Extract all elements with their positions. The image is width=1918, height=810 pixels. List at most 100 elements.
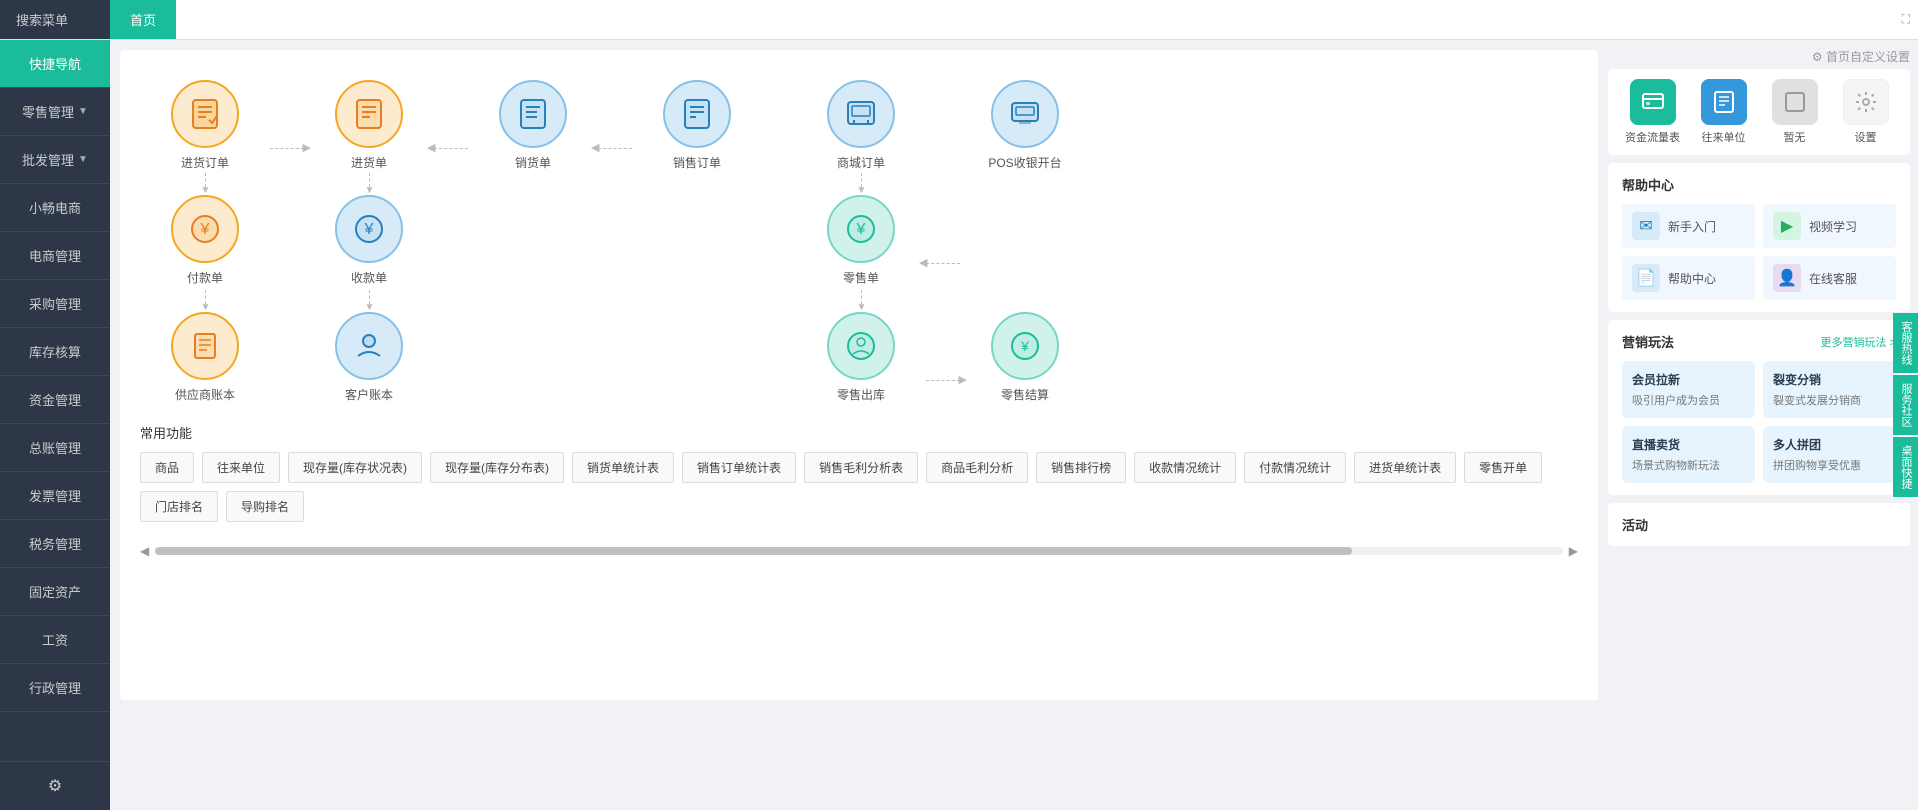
func-btn-inventory-status[interactable]: 现存量(库存状况表) [288, 452, 422, 483]
marketing-item-live[interactable]: 直播卖货 场景式购物新玩法 [1622, 426, 1755, 483]
sidebar-item-purchase[interactable]: 采购管理 [0, 280, 110, 328]
marketing-title: 营销玩法 [1622, 332, 1674, 351]
marketing-more-link[interactable]: 更多营销玩法 > [1821, 334, 1896, 350]
sidebar-item-general-ledger[interactable]: 总账管理 [0, 424, 110, 472]
cash-flow-label: 资金流量表 [1625, 129, 1680, 145]
sidebar-item-label: 批发管理 [22, 150, 74, 169]
common-functions: 常用功能 商品 往来单位 现存量(库存状况表) 现存量(库存分布表) 销货单统计… [140, 423, 1578, 522]
func-btn-goods-profit[interactable]: 商品毛利分析 [926, 452, 1028, 483]
float-btn-customer-service[interactable]: 客服热线 [1893, 313, 1918, 373]
sidebar-settings-button[interactable]: ⚙ [0, 761, 110, 810]
contacts-icon [1701, 79, 1747, 125]
sidebar-item-label: 工资 [42, 630, 68, 649]
quick-access-icons: 资金流量表 往来单位 暂无 [1622, 79, 1896, 145]
func-btn-sales-profit[interactable]: 销售毛利分析表 [804, 452, 918, 483]
func-btn-payment-stats[interactable]: 付款情况统计 [1244, 452, 1346, 483]
flow-node-receipt[interactable]: ¥ 收款单 [304, 195, 434, 286]
marketing-header: 营销玩法 更多营销玩法 > [1622, 332, 1896, 351]
scroll-left-arrow[interactable]: ◀ [140, 544, 149, 558]
sidebar-item-label: 小畅电商 [29, 198, 81, 217]
member-title: 会员拉新 [1632, 371, 1745, 388]
flow-node-sales-invoice[interactable]: 销货单 [468, 80, 598, 171]
func-btn-inventory-dist[interactable]: 现存量(库存分布表) [430, 452, 564, 483]
beginner-icon: ✉ [1632, 212, 1660, 240]
svg-text:¥: ¥ [1020, 338, 1029, 354]
marketing-item-fission[interactable]: 裂变分销 裂变式发展分销商 [1763, 361, 1896, 418]
sidebar-item-label: 发票管理 [29, 486, 81, 505]
flow-node-mall-order[interactable]: 商城订单 [796, 80, 926, 171]
float-btn-community[interactable]: 服务社区 [1893, 375, 1918, 435]
tab-home[interactable]: 首页 [110, 0, 176, 39]
func-btn-sales-order-stats[interactable]: 销售订单统计表 [682, 452, 796, 483]
customize-settings-link[interactable]: ⚙ 首页自定义设置 [1812, 50, 1910, 64]
flow-node-retail-order[interactable]: ¥ 零售单 [796, 195, 926, 286]
scroll-right-arrow[interactable]: ▶ [1569, 544, 1578, 558]
receipt-label: 收款单 [351, 269, 387, 286]
quick-access-contacts[interactable]: 往来单位 [1693, 79, 1754, 145]
flow-node-sales-order[interactable]: 销售订单 [632, 80, 762, 171]
pos-icon [991, 80, 1059, 148]
flow-node-purchase-order[interactable]: 进货订单 [140, 80, 270, 171]
flow-node-supplier-account[interactable]: 供应商账本 [140, 312, 270, 403]
func-btn-guide-rank[interactable]: 导购排名 [226, 491, 304, 522]
help-item-video[interactable]: ▶ 视频学习 [1763, 204, 1896, 248]
sidebar-item-admin[interactable]: 行政管理 [0, 664, 110, 712]
right-panel: ⚙ 首页自定义设置 资金流量表 往来单位 [1608, 40, 1918, 810]
quick-access-placeholder[interactable]: 暂无 [1764, 79, 1825, 145]
chevron-down-icon: ▼ [78, 154, 88, 165]
main-content-card: 进货订单 ▶ 进货单 [120, 50, 1598, 700]
search-menu[interactable]: 搜索菜单 [0, 0, 110, 39]
func-btn-retail-order[interactable]: 零售开单 [1464, 452, 1542, 483]
func-btn-contacts[interactable]: 往来单位 [202, 452, 280, 483]
online-service-icon: 👤 [1773, 264, 1801, 292]
quick-access-cash-flow[interactable]: 资金流量表 [1622, 79, 1683, 145]
sidebar-item-inventory[interactable]: 库存核算 [0, 328, 110, 376]
help-item-help-center[interactable]: 📄 帮助中心 [1622, 256, 1755, 300]
flow-node-payment[interactable]: ¥ 付款单 [140, 195, 270, 286]
placeholder-label: 暂无 [1784, 129, 1806, 145]
float-btn-desktop[interactable]: 桌面快捷 [1893, 437, 1918, 497]
func-btn-sales-rank[interactable]: 销售排行榜 [1036, 452, 1126, 483]
flow-node-retail-outbound[interactable]: 零售出库 [796, 312, 926, 403]
help-item-online-service[interactable]: 👤 在线客服 [1763, 256, 1896, 300]
func-btn-store-rank[interactable]: 门店排名 [140, 491, 218, 522]
flow-node-purchase-receipt[interactable]: 进货单 [304, 80, 434, 171]
expand-icon[interactable]: ⛶ [1902, 12, 1910, 27]
flow-node-retail-settlement[interactable]: ¥ 零售结算 [960, 312, 1090, 403]
help-item-beginner[interactable]: ✉ 新手入门 [1622, 204, 1755, 248]
retail-settlement-icon: ¥ [991, 312, 1059, 380]
sidebar-item-wholesale[interactable]: 批发管理 ▼ [0, 136, 110, 184]
sidebar-item-quick-nav[interactable]: 快捷导航 [0, 40, 110, 88]
function-buttons-grid: 商品 往来单位 现存量(库存状况表) 现存量(库存分布表) 销货单统计表 销售订… [140, 452, 1578, 522]
help-doc-icon: 📄 [1632, 264, 1660, 292]
sidebar-item-xiaochangec[interactable]: 小畅电商 [0, 184, 110, 232]
flow-node-pos[interactable]: POS收银开台 [960, 80, 1090, 171]
func-btn-sales-stats[interactable]: 销货单统计表 [572, 452, 674, 483]
func-btn-goods[interactable]: 商品 [140, 452, 194, 483]
sidebar-item-retail[interactable]: 零售管理 ▼ [0, 88, 110, 136]
horizontal-scrollbar[interactable]: ◀ ▶ [140, 538, 1578, 564]
marketing-item-group[interactable]: 多人拼团 拼团购物享受优惠 [1763, 426, 1896, 483]
payment-label: 付款单 [187, 269, 223, 286]
sidebar-item-invoice[interactable]: 发票管理 [0, 472, 110, 520]
sidebar-item-finance[interactable]: 资金管理 [0, 376, 110, 424]
sidebar-item-salary[interactable]: 工资 [0, 616, 110, 664]
sales-order-label: 销售订单 [673, 154, 721, 171]
sidebar-item-label: 快捷导航 [29, 54, 81, 73]
customer-account-label: 客户账本 [345, 386, 393, 403]
svg-text:¥: ¥ [200, 221, 210, 238]
marketing-item-member[interactable]: 会员拉新 吸引用户成为会员 [1622, 361, 1755, 418]
retail-outbound-label: 零售出库 [837, 386, 885, 403]
receipt-icon: ¥ [335, 195, 403, 263]
sidebar-item-ecommerce[interactable]: 电商管理 [0, 232, 110, 280]
func-btn-receipt-stats[interactable]: 收款情况统计 [1134, 452, 1236, 483]
sidebar-item-label: 行政管理 [29, 678, 81, 697]
sidebar-item-label: 采购管理 [29, 294, 81, 313]
flow-node-customer-account[interactable]: 客户账本 [304, 312, 434, 403]
quick-access-settings[interactable]: 设置 [1835, 79, 1896, 145]
member-desc: 吸引用户成为会员 [1632, 392, 1745, 408]
sidebar-item-label: 税务管理 [29, 534, 81, 553]
sidebar-item-fixed-assets[interactable]: 固定资产 [0, 568, 110, 616]
sidebar-item-tax[interactable]: 税务管理 [0, 520, 110, 568]
func-btn-purchase-stats[interactable]: 进货单统计表 [1354, 452, 1456, 483]
